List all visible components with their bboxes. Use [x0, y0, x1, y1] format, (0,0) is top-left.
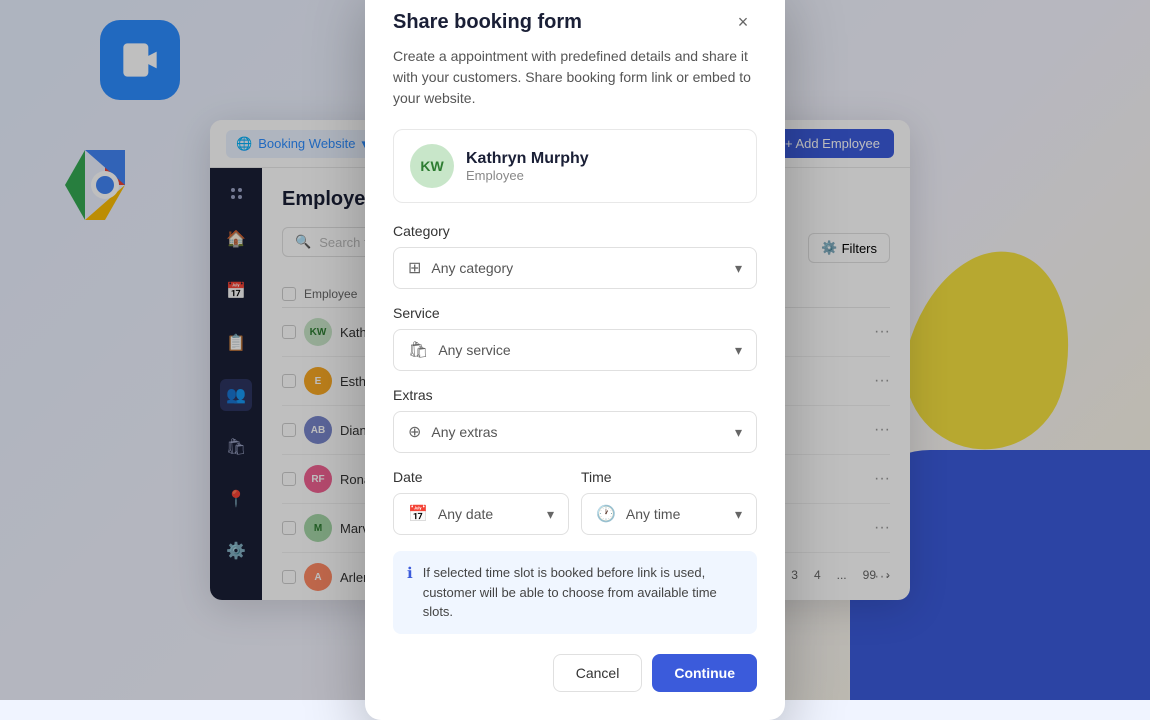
category-value: Any category — [431, 260, 513, 276]
category-select-left: ⊞ Any category — [408, 258, 513, 278]
service-select-left: 🛍 Any service — [408, 340, 511, 360]
time-group: Time 🕐 Any time ▾ — [581, 469, 757, 535]
date-chevron-icon: ▾ — [547, 506, 554, 523]
info-icon: ℹ — [407, 564, 413, 582]
extras-select[interactable]: ⊕ Any extras ▾ — [393, 411, 757, 453]
clock-icon: 🕐 — [596, 504, 616, 524]
employee-role: Employee — [466, 168, 589, 183]
employee-info: Kathryn Murphy Employee — [466, 150, 589, 183]
close-button[interactable]: × — [729, 8, 757, 36]
date-value: Any date — [438, 506, 493, 522]
date-time-row: Date 📅 Any date ▾ Time 🕐 Any time ▾ — [393, 469, 757, 535]
extras-select-left: ⊕ Any extras — [408, 422, 498, 442]
time-select-left: 🕐 Any time — [596, 504, 680, 524]
extras-chevron-icon: ▾ — [735, 424, 742, 441]
category-chevron-icon: ▾ — [735, 260, 742, 277]
info-text: If selected time slot is booked before l… — [423, 563, 743, 622]
employee-name: Kathryn Murphy — [466, 150, 589, 168]
extras-value: Any extras — [431, 424, 497, 440]
time-value: Any time — [626, 506, 680, 522]
calendar-icon: 📅 — [408, 504, 428, 524]
extras-icon: ⊕ — [408, 422, 421, 442]
time-chevron-icon: ▾ — [735, 506, 742, 523]
extras-group: Extras ⊕ Any extras ▾ — [393, 387, 757, 453]
category-group: Category ⊞ Any category ▾ — [393, 223, 757, 289]
date-select[interactable]: 📅 Any date ▾ — [393, 493, 569, 535]
modal-description: Create a appointment with predefined det… — [393, 46, 757, 109]
modal-header: Share booking form × — [393, 8, 757, 36]
info-box: ℹ If selected time slot is booked before… — [393, 551, 757, 634]
time-label: Time — [581, 469, 757, 485]
service-select[interactable]: 🛍 Any service ▾ — [393, 329, 757, 371]
category-icon: ⊞ — [408, 258, 421, 278]
category-select[interactable]: ⊞ Any category ▾ — [393, 247, 757, 289]
cancel-button[interactable]: Cancel — [553, 654, 643, 692]
extras-label: Extras — [393, 387, 757, 403]
date-group: Date 📅 Any date ▾ — [393, 469, 569, 535]
modal-title: Share booking form — [393, 11, 582, 34]
modal-footer: Cancel Continue — [393, 654, 757, 692]
service-group: Service 🛍 Any service ▾ — [393, 305, 757, 371]
service-label: Service — [393, 305, 757, 321]
category-label: Category — [393, 223, 757, 239]
service-chevron-icon: ▾ — [735, 342, 742, 359]
employee-avatar: KW — [410, 144, 454, 188]
modal-overlay: Share booking form × Create a appointmen… — [0, 0, 1150, 700]
service-icon: 🛍 — [408, 340, 428, 360]
share-booking-modal: Share booking form × Create a appointmen… — [365, 0, 785, 720]
date-label: Date — [393, 469, 569, 485]
employee-card: KW Kathryn Murphy Employee — [393, 129, 757, 203]
continue-button[interactable]: Continue — [652, 654, 757, 692]
date-select-left: 📅 Any date — [408, 504, 493, 524]
time-select[interactable]: 🕐 Any time ▾ — [581, 493, 757, 535]
service-value: Any service — [438, 342, 510, 358]
employee-initials: KW — [420, 158, 443, 174]
